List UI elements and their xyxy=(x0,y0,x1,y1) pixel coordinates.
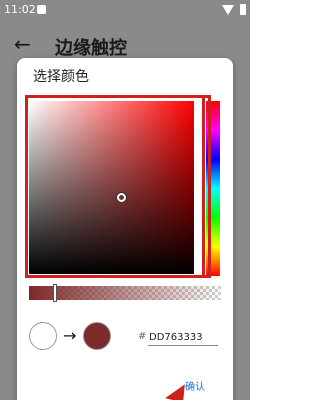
arrow-back-icon[interactable]: ← xyxy=(14,32,31,56)
new-color-swatch xyxy=(83,322,111,350)
saturation-panel-highlight xyxy=(25,95,205,278)
alpha-gradient xyxy=(29,286,221,300)
status-bar: 11:02 xyxy=(0,0,250,20)
alpha-slider-thumb[interactable] xyxy=(53,284,57,302)
hue-slider-highlight xyxy=(203,95,211,278)
arrow-right-icon: → xyxy=(63,326,77,345)
notification-icon xyxy=(37,5,46,14)
hex-input[interactable] xyxy=(148,329,218,346)
color-picker-dialog: 选择颜色 → # 确认 xyxy=(17,58,233,400)
page-title: 边缘触控 xyxy=(55,38,127,59)
battery-icon xyxy=(240,4,246,15)
hex-prefix: # xyxy=(138,331,147,342)
old-color-swatch xyxy=(29,322,57,350)
wifi-icon xyxy=(222,5,234,15)
alpha-slider[interactable] xyxy=(29,284,221,302)
status-time: 11:02 xyxy=(4,3,36,16)
dialog-title: 选择颜色 xyxy=(33,69,89,85)
